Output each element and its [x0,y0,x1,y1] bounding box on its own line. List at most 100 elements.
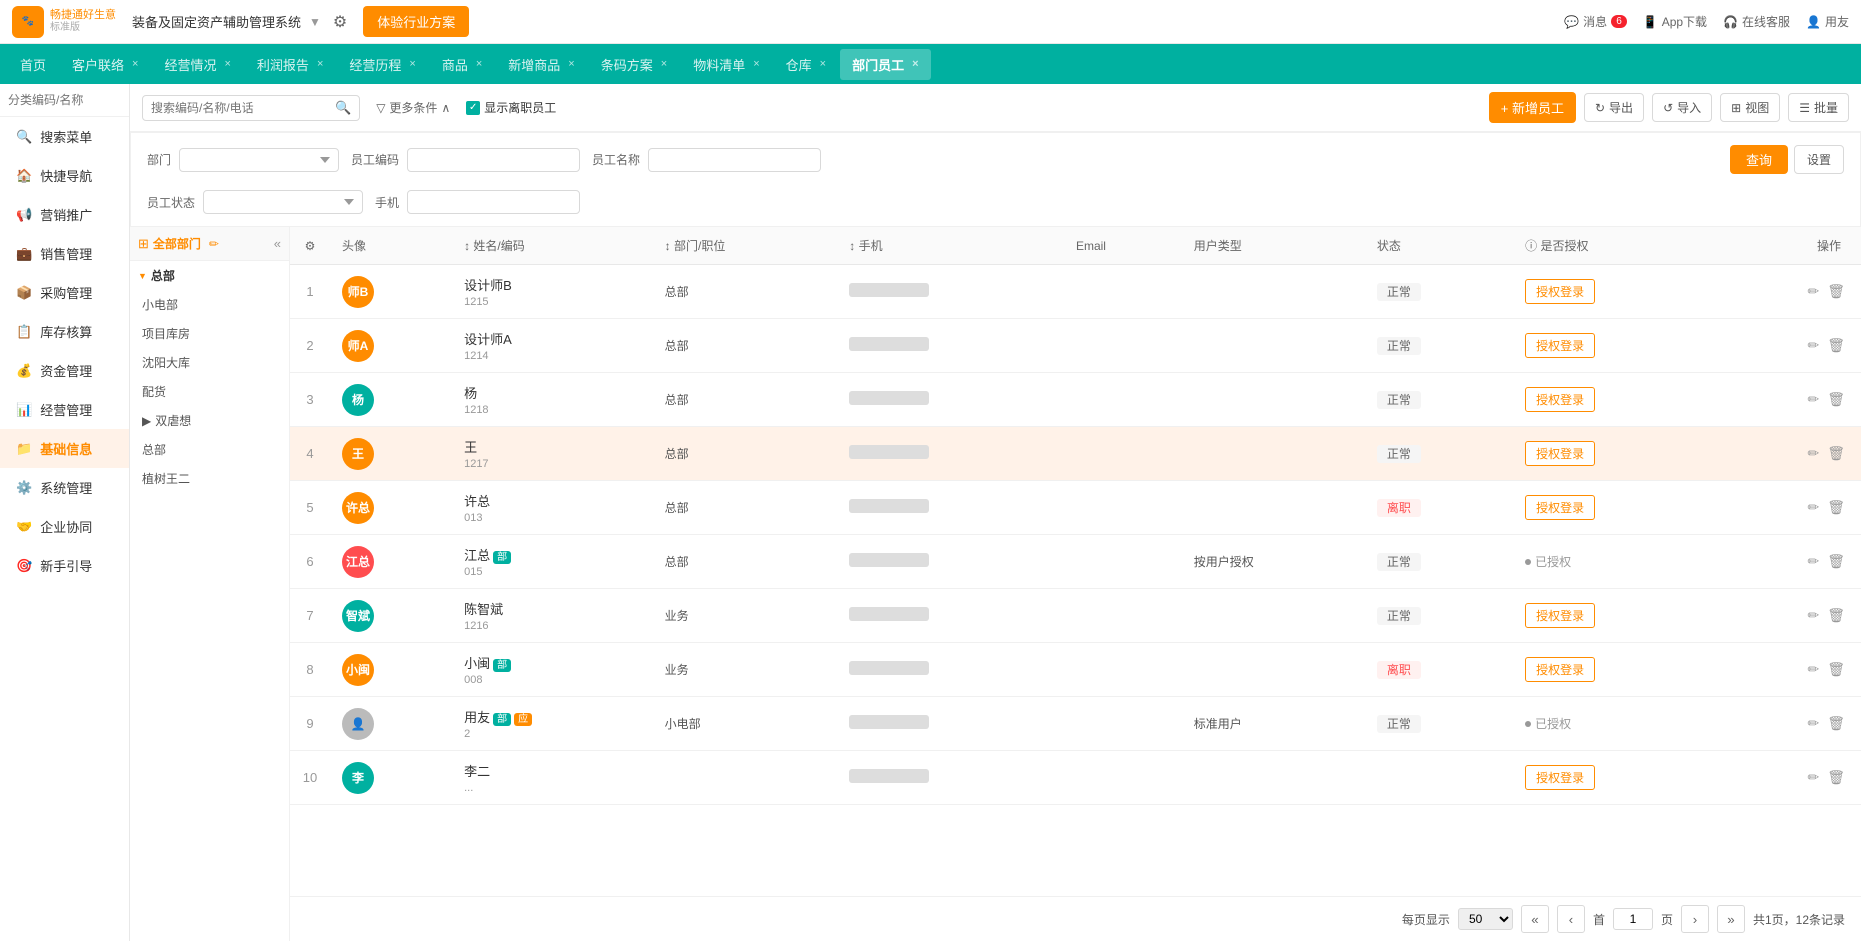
edit-button[interactable]: ✏ [1807,661,1819,678]
delete-button[interactable]: 🗑 [1827,715,1845,732]
sidebar-item-collab[interactable]: 🤝 企业协同 [0,507,129,546]
delete-button[interactable]: 🗑 [1827,607,1845,624]
more-filters-btn[interactable]: ▽ 更多条件 ∧ [368,95,458,120]
tab-home[interactable]: 首页 [8,49,58,80]
gear-icon[interactable]: ⚙ [333,12,347,32]
sidebar-item-operation[interactable]: 📊 经营管理 [0,390,129,429]
phone-input[interactable] [407,190,580,214]
close-icon[interactable]: × [753,58,759,70]
app-download-btn[interactable]: 📱 App下载 [1643,13,1707,30]
dept-item-planting[interactable]: 植树王二 [130,464,289,493]
edit-button[interactable]: ✏ [1807,499,1819,516]
view-switch-button[interactable]: ⊞ 视图 [1720,93,1780,122]
sidebar-item-basic[interactable]: 📁 基础信息 [0,429,129,468]
show-resigned-toggle[interactable]: ✓ 显示离职员工 [466,99,556,116]
edit-button[interactable]: ✏ [1807,445,1819,462]
auth-btn[interactable]: 授权登录 [1525,657,1595,682]
per-page-select[interactable]: 50 20 100 [1458,908,1513,930]
edit-button[interactable]: ✏ [1807,553,1819,570]
tab-bom[interactable]: 物料清单 × [681,49,771,80]
delete-button[interactable]: 🗑 [1827,337,1845,354]
export-button[interactable]: ↻ 导出 [1584,93,1644,122]
first-page-btn[interactable]: « [1521,905,1549,933]
last-page-btn[interactable]: » [1717,905,1745,933]
edit-button[interactable]: ✏ [1807,337,1819,354]
auth-btn[interactable]: 授权登录 [1525,495,1595,520]
auth-btn[interactable]: 授权登录 [1525,603,1595,628]
empname-input[interactable] [648,148,821,172]
sidebar-item-guide[interactable]: 🎯 新手引导 [0,546,129,585]
prev-page-btn[interactable]: ‹ [1557,905,1585,933]
add-employee-button[interactable]: + 新增员工 [1489,92,1576,123]
edit-button[interactable]: ✏ [1807,769,1819,786]
dept-item-zongbu[interactable]: 总部 [130,435,289,464]
page-number-input[interactable] [1613,908,1653,930]
dept-group-header[interactable]: ▼ 总部 [130,261,289,290]
trial-button[interactable]: 体验行业方案 [363,6,469,37]
close-icon[interactable]: × [820,58,826,70]
edit-icon[interactable]: ✏ [209,237,219,251]
delete-button[interactable]: 🗑 [1827,283,1845,300]
sidebar-search-input[interactable] [8,93,130,107]
dept-item-shenyang[interactable]: 沈阳大库 [130,348,289,377]
empcode-input[interactable] [407,148,580,172]
sidebar-item-sales[interactable]: 💼 销售管理 [0,234,129,273]
auth-btn[interactable]: 授权登录 [1525,765,1595,790]
tab-operation[interactable]: 经营情况 × [152,49,242,80]
tab-barcode[interactable]: 条码方案 × [589,49,679,80]
delete-button[interactable]: 🗑 [1827,499,1845,516]
sidebar-item-search[interactable]: 🔍 搜索菜单 [0,117,129,156]
import-button[interactable]: ↺ 导入 [1652,93,1712,122]
delete-button[interactable]: 🗑 [1827,445,1845,462]
col-phone[interactable]: ↕ 手机 [837,227,1064,265]
close-icon[interactable]: × [224,58,230,70]
edit-button[interactable]: ✏ [1807,283,1819,300]
message-btn[interactable]: 💬 消息 6 [1564,13,1627,30]
sidebar-item-nav[interactable]: 🏠 快捷导航 [0,156,129,195]
tab-new-goods[interactable]: 新增商品 × [496,49,586,80]
col-dept[interactable]: ↕ 部门/职位 [653,227,838,265]
auth-btn[interactable]: 授权登录 [1525,387,1595,412]
dept-item-shuangnue[interactable]: ▶ 双虐想 [130,406,289,435]
tab-history[interactable]: 经营历程 × [337,49,427,80]
edit-button[interactable]: ✏ [1807,715,1819,732]
collapse-icon[interactable]: « [274,236,281,251]
edit-button[interactable]: ✏ [1807,391,1819,408]
user-btn[interactable]: 👤 用友 [1806,13,1849,30]
next-page-btn[interactable]: › [1681,905,1709,933]
edit-button[interactable]: ✏ [1807,607,1819,624]
dept-item-project[interactable]: 项目库房 [130,319,289,348]
tab-dept-staff[interactable]: 部门员工 × [840,49,930,80]
close-icon[interactable]: × [568,58,574,70]
tab-goods[interactable]: 商品 × [430,49,494,80]
print-button[interactable]: ☰ 批量 [1788,93,1849,122]
dept-select[interactable] [179,148,339,172]
online-service-btn[interactable]: 🎧 在线客服 [1723,13,1790,30]
close-icon[interactable]: × [132,58,138,70]
tab-profit[interactable]: 利润报告 × [245,49,335,80]
sidebar-item-purchase[interactable]: 📦 采购管理 [0,273,129,312]
auth-btn[interactable]: 授权登录 [1525,279,1595,304]
close-icon[interactable]: × [409,58,415,70]
tab-warehouse[interactable]: 仓库 × [774,49,838,80]
sidebar-item-finance[interactable]: 💰 资金管理 [0,351,129,390]
auth-btn[interactable]: 授权登录 [1525,441,1595,466]
dept-item-peihu[interactable]: 配货 [130,377,289,406]
close-icon[interactable]: × [661,58,667,70]
empstatus-select[interactable] [203,190,363,214]
query-button[interactable]: 查询 [1730,145,1788,174]
close-icon[interactable]: × [912,58,918,70]
auth-btn[interactable]: 授权登录 [1525,333,1595,358]
tab-customer[interactable]: 客户联络 × [60,49,150,80]
close-icon[interactable]: × [476,58,482,70]
sidebar-item-marketing[interactable]: 📢 营销推广 [0,195,129,234]
delete-button[interactable]: 🗑 [1827,391,1845,408]
search-input[interactable] [151,101,331,115]
delete-button[interactable]: 🗑 [1827,769,1845,786]
set-button[interactable]: 设置 [1794,145,1844,174]
dept-item-xiaodian[interactable]: 小电部 [130,290,289,319]
col-name[interactable]: ↕ 姓名/编码 [452,227,653,265]
delete-button[interactable]: 🗑 [1827,661,1845,678]
delete-button[interactable]: 🗑 [1827,553,1845,570]
close-icon[interactable]: × [317,58,323,70]
